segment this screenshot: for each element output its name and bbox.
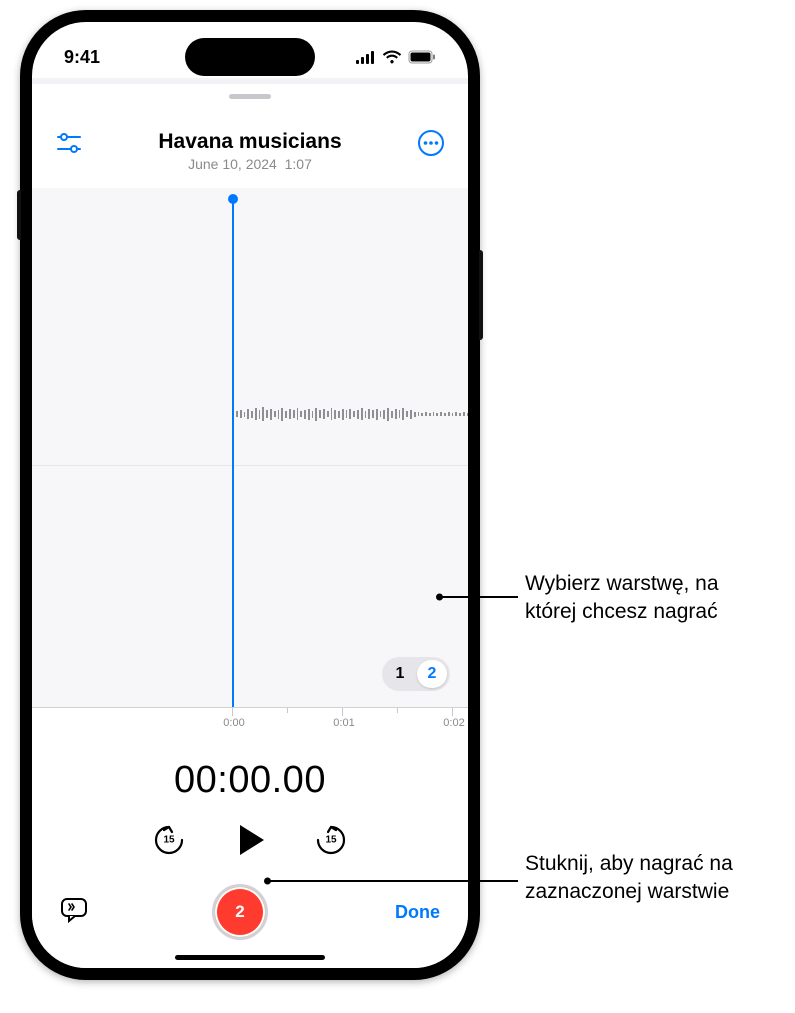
skip-back-15-button[interactable]: 15	[152, 823, 186, 857]
iphone-frame: 9:41 Havana mus	[20, 10, 480, 980]
timer-row: 00:00.00	[32, 741, 468, 810]
transcript-button[interactable]	[60, 897, 90, 928]
layer-selector[interactable]: 1 2	[382, 657, 450, 691]
sheet-background	[32, 78, 468, 84]
wifi-icon	[382, 50, 402, 64]
status-time: 9:41	[64, 47, 100, 68]
battery-icon	[408, 50, 436, 64]
play-button[interactable]	[230, 820, 270, 860]
track-separator	[32, 465, 468, 466]
title-block: Havana musicians June 10, 2024 1:07	[158, 130, 341, 172]
elapsed-timer: 00:00.00	[174, 759, 326, 801]
ruler-mark: 0:00	[223, 717, 244, 729]
skip-back-label: 15	[163, 835, 174, 846]
record-button[interactable]: 2	[212, 884, 268, 940]
callout-record-text: Stuknij, aby nagrać na zaznaczonej warst…	[525, 850, 775, 907]
more-button[interactable]	[416, 128, 446, 158]
callout-line-record	[268, 880, 518, 882]
skip-fwd-label: 15	[325, 835, 336, 846]
callout-layer-text: Wybierz warstwę, na której chcesz nagrać	[525, 570, 775, 627]
skip-forward-15-button[interactable]: 15	[314, 823, 348, 857]
waveform-area[interactable]: 1 2 0:00 0:01 0:02	[32, 188, 468, 741]
status-right	[356, 50, 436, 64]
waveform-layer-2	[236, 400, 468, 428]
sheet-header: Havana musicians June 10, 2024 1:07	[32, 110, 468, 182]
dynamic-island	[185, 38, 315, 76]
recording-title[interactable]: Havana musicians	[158, 130, 341, 154]
layer-1-button[interactable]: 1	[385, 660, 415, 688]
home-indicator[interactable]	[175, 955, 325, 960]
screen: 9:41 Havana mus	[32, 22, 468, 968]
transport-controls: 15 15	[32, 810, 468, 878]
cellular-icon	[356, 51, 376, 64]
time-ruler: 0:00 0:01 0:02	[32, 707, 468, 741]
recording-subtitle: June 10, 2024 1:07	[158, 156, 341, 172]
ruler-mark: 0:01	[333, 717, 354, 729]
layer-2-button[interactable]: 2	[417, 660, 447, 688]
ruler-mark: 0:02	[443, 717, 464, 729]
callout-line-layer	[440, 596, 518, 598]
sheet-grip[interactable]	[229, 94, 271, 99]
playback-settings-button[interactable]	[54, 128, 84, 158]
done-button[interactable]: Done	[390, 902, 440, 923]
recording-sheet: Havana musicians June 10, 2024 1:07 1 2	[32, 110, 468, 968]
playhead[interactable]	[232, 198, 234, 707]
record-layer-badge: 2	[235, 902, 244, 922]
